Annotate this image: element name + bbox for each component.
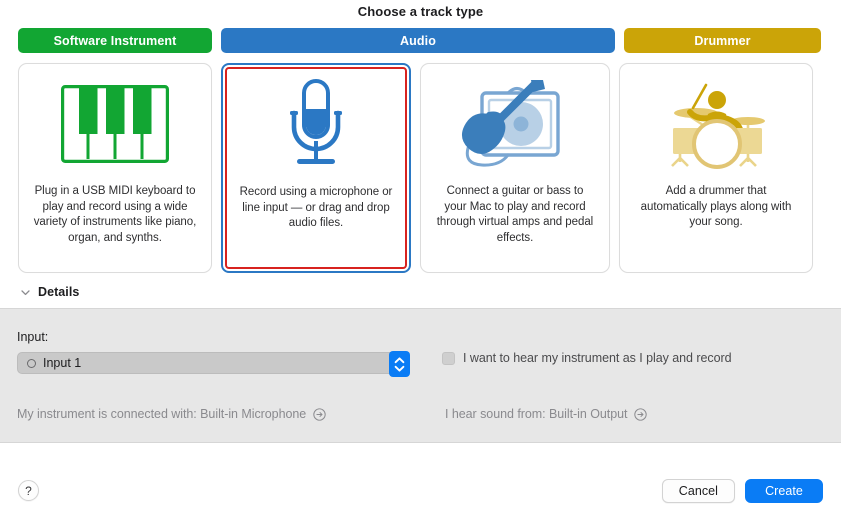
tab-software-instrument[interactable]: Software Instrument	[18, 28, 212, 53]
page-title: Choose a track type	[357, 4, 484, 19]
details-disclosure-toggle[interactable]: Details	[0, 273, 841, 308]
card-description-drummer: Add a drummer that automatically plays a…	[640, 185, 792, 228]
connection-output-row[interactable]: I hear sound from: Built-in Output	[445, 407, 648, 421]
dialog-footer: ? Cancel Create	[0, 464, 841, 517]
cancel-button[interactable]: Cancel	[661, 478, 735, 503]
card-description-software-instrument: Plug in a USB MIDI keyboard to play and …	[33, 185, 197, 244]
create-button[interactable]: Create	[745, 478, 823, 503]
microphone-icon	[290, 79, 342, 164]
track-type-card-row: Plug in a USB MIDI keyboard to play and …	[0, 53, 841, 273]
input-select[interactable]: Input 1	[17, 351, 410, 377]
card-drummer[interactable]: Add a drummer that automatically plays a…	[619, 63, 813, 273]
input-select-value: Input 1	[43, 356, 82, 370]
card-description-audio-microphone: Record using a microphone or line input …	[239, 186, 393, 229]
card-icon-wrap-software-instrument	[19, 64, 211, 184]
tab-drummer[interactable]: Drummer	[624, 28, 821, 53]
drummer-kit-icon	[671, 83, 765, 169]
guitar-amp-icon	[461, 80, 560, 167]
details-label: Details	[38, 285, 80, 299]
chevron-down-icon	[21, 289, 30, 295]
footer-action-buttons: Cancel Create	[661, 478, 823, 503]
monitor-checkbox[interactable]	[442, 351, 455, 365]
monitor-checkbox-label: I want to hear my instrument as I play a…	[463, 351, 732, 365]
connection-output-text: I hear sound from: Built-in Output	[445, 407, 628, 421]
track-type-tab-row: Software Instrument Audio Drummer	[0, 20, 841, 53]
input-stepper-button[interactable]	[389, 351, 410, 377]
details-panel: Input: Input 1 I want to hear my instrum…	[0, 308, 841, 443]
card-icon-wrap-audio-guitar	[421, 64, 609, 184]
connection-input-text: My instrument is connected with: Built-i…	[17, 407, 307, 421]
card-software-instrument[interactable]: Plug in a USB MIDI keyboard to play and …	[18, 63, 212, 273]
card-icon-wrap-audio-microphone	[223, 65, 409, 185]
mono-channel-icon	[27, 358, 36, 368]
chevron-up-icon	[394, 356, 405, 363]
arrow-right-circle-icon[interactable]	[634, 407, 648, 421]
card-icon-wrap-drummer	[620, 64, 812, 184]
tab-audio[interactable]: Audio	[221, 28, 615, 53]
chevron-down-icon	[394, 365, 405, 372]
piano-keyboard-icon	[61, 85, 169, 163]
card-description-audio-guitar: Connect a guitar or bass to your Mac to …	[436, 185, 594, 244]
input-label: Input:	[17, 330, 49, 344]
card-audio-guitar[interactable]: Connect a guitar or bass to your Mac to …	[420, 63, 610, 273]
connection-input-row[interactable]: My instrument is connected with: Built-i…	[17, 407, 326, 421]
help-button[interactable]: ?	[18, 480, 39, 501]
arrow-right-circle-icon[interactable]	[313, 407, 326, 421]
card-audio-microphone[interactable]: Record using a microphone or line input …	[221, 63, 411, 273]
monitor-checkbox-row[interactable]: I want to hear my instrument as I play a…	[442, 351, 732, 365]
